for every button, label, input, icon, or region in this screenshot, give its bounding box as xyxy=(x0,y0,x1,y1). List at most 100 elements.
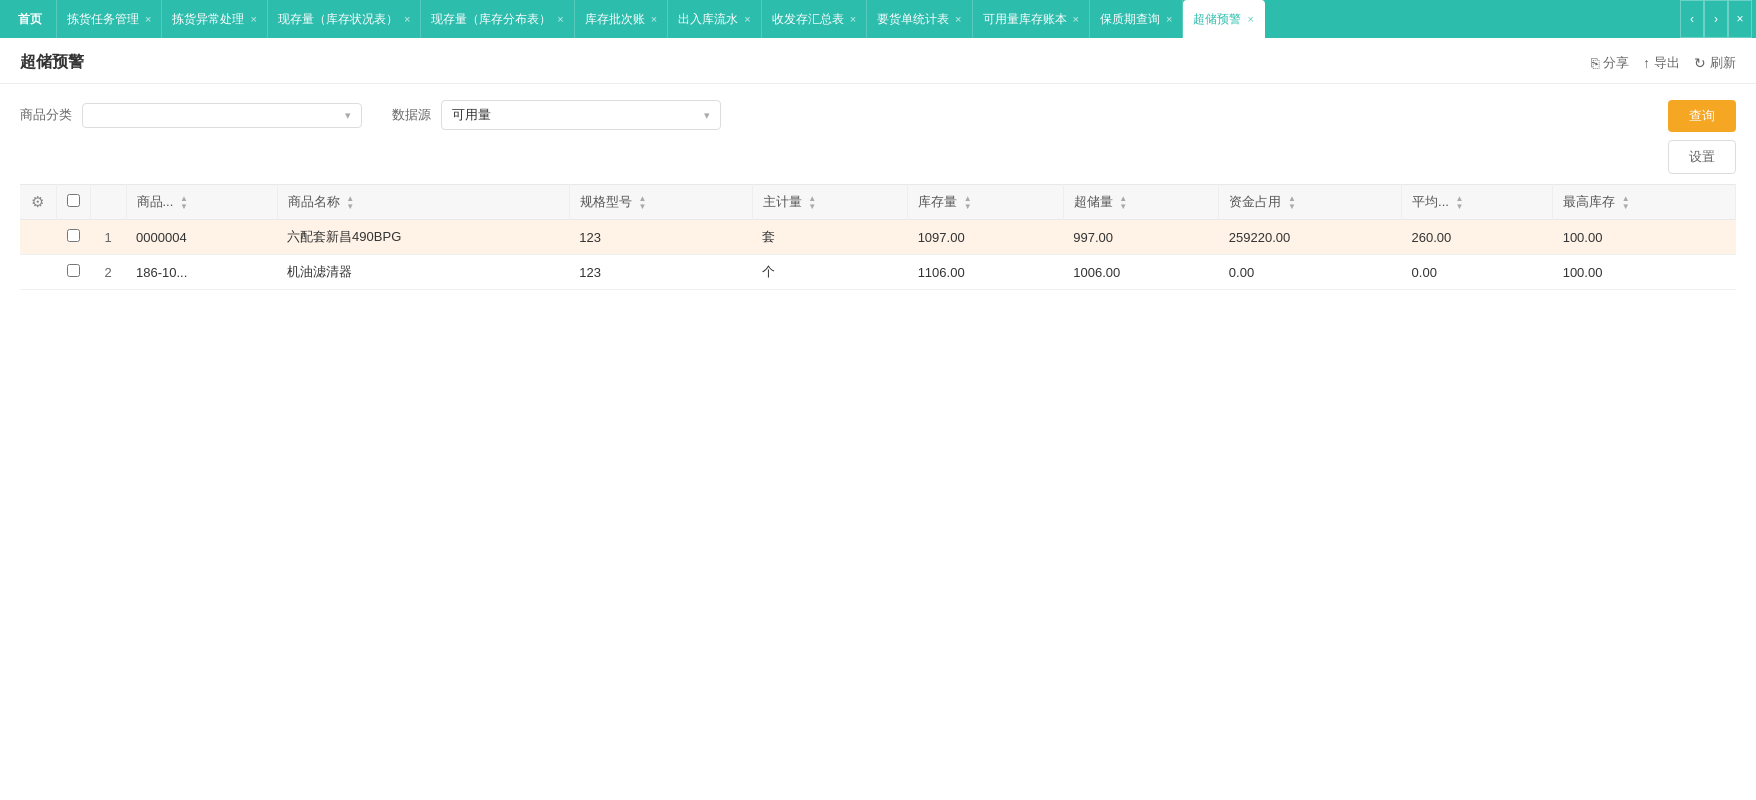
share-icon: ⎘ xyxy=(1591,55,1599,71)
category-select[interactable]: ▾ xyxy=(82,103,362,128)
data-table: ⚙ 商品... ▲▼ 商品名称 ▲▼ 规格型号 xyxy=(20,184,1736,290)
page-wrapper: 超储预警 ⎘ 分享 ↑ 导出 ↻ 刷新 商品分类 ▾ xyxy=(0,38,1756,800)
td-checkbox-0[interactable] xyxy=(56,220,90,255)
th-gear[interactable]: ⚙ xyxy=(20,185,56,220)
th-stock[interactable]: 库存量 ▲▼ xyxy=(908,185,1064,220)
nav-tab-3[interactable]: 现存量（库存状况表） × xyxy=(268,0,421,38)
td-max-stock-0: 100.00 xyxy=(1553,220,1736,255)
row-checkbox-1[interactable] xyxy=(67,264,80,277)
th-spec[interactable]: 规格型号 ▲▼ xyxy=(569,185,752,220)
nav-arrows: ‹ › × xyxy=(1680,0,1752,38)
td-avg-0: 260.00 xyxy=(1402,220,1553,255)
td-capital-0: 259220.00 xyxy=(1219,220,1402,255)
close-tab-8-icon[interactable]: × xyxy=(955,13,961,25)
th-product-code[interactable]: 商品... ▲▼ xyxy=(126,185,277,220)
sort-capital-icon: ▲▼ xyxy=(1288,195,1296,211)
nav-tab-8[interactable]: 要货单统计表 × xyxy=(867,0,972,38)
nav-tab-10[interactable]: 保质期查询 × xyxy=(1090,0,1183,38)
td-unit-0: 套 xyxy=(752,220,908,255)
close-tab-4-icon[interactable]: × xyxy=(557,13,563,25)
sort-product-code-icon: ▲▼ xyxy=(180,195,188,211)
close-tab-7-icon[interactable]: × xyxy=(850,13,856,25)
nav-tab-6[interactable]: 出入库流水 × xyxy=(668,0,761,38)
nav-tab-4[interactable]: 现存量（库存分布表） × xyxy=(421,0,574,38)
nav-tab-11[interactable]: 超储预警 × xyxy=(1183,0,1264,38)
select-all-checkbox[interactable] xyxy=(67,194,80,207)
th-capital[interactable]: 资金占用 ▲▼ xyxy=(1219,185,1402,220)
row-checkbox-0[interactable] xyxy=(67,229,80,242)
settings-button[interactable]: 设置 xyxy=(1668,140,1736,174)
table-wrapper: ⚙ 商品... ▲▼ 商品名称 ▲▼ 规格型号 xyxy=(0,184,1756,290)
td-product-code-1: 186-10... xyxy=(126,255,277,290)
nav-tab-home[interactable]: 首页 xyxy=(4,0,57,38)
filter-buttons: 查询 设置 xyxy=(1668,100,1736,174)
th-product-name[interactable]: 商品名称 ▲▼ xyxy=(277,185,569,220)
nav-tab-2[interactable]: 拣货异常处理 × xyxy=(162,0,267,38)
close-tab-3-icon[interactable]: × xyxy=(404,13,410,25)
nav-tab-9[interactable]: 可用量库存账本 × xyxy=(973,0,1090,38)
datasource-select-value: 可用量 xyxy=(452,106,491,124)
th-avg[interactable]: 平均... ▲▼ xyxy=(1402,185,1553,220)
td-spec-0: 123 xyxy=(569,220,752,255)
sort-max-stock-icon: ▲▼ xyxy=(1622,195,1630,211)
nav-next-button[interactable]: › xyxy=(1704,0,1728,38)
header-actions: ⎘ 分享 ↑ 导出 ↻ 刷新 xyxy=(1591,54,1736,72)
refresh-button[interactable]: ↻ 刷新 xyxy=(1694,54,1736,72)
td-product-name-0: 六配套新昌490BPG xyxy=(277,220,569,255)
th-unit[interactable]: 主计量 ▲▼ xyxy=(752,185,908,220)
td-capital-1: 0.00 xyxy=(1219,255,1402,290)
export-button[interactable]: ↑ 导出 xyxy=(1643,54,1680,72)
th-overstock[interactable]: 超储量 ▲▼ xyxy=(1063,185,1219,220)
td-row-num-0: 1 xyxy=(90,220,126,255)
top-navigation: 首页 拣货任务管理 × 拣货异常处理 × 现存量（库存状况表） × 现存量（库存… xyxy=(0,0,1756,38)
close-tab-5-icon[interactable]: × xyxy=(651,13,657,25)
td-gear-1 xyxy=(20,255,56,290)
close-tab-6-icon[interactable]: × xyxy=(744,13,750,25)
nav-close-button[interactable]: × xyxy=(1728,0,1752,38)
nav-tab-5[interactable]: 库存批次账 × xyxy=(575,0,668,38)
page-header: 超储预警 ⎘ 分享 ↑ 导出 ↻ 刷新 xyxy=(0,38,1756,84)
close-tab-9-icon[interactable]: × xyxy=(1073,13,1079,25)
close-tab-10-icon[interactable]: × xyxy=(1166,13,1172,25)
table-header-row: ⚙ 商品... ▲▼ 商品名称 ▲▼ 规格型号 xyxy=(20,185,1736,220)
export-icon: ↑ xyxy=(1643,55,1650,71)
datasource-filter-item: 数据源 可用量 ▾ xyxy=(392,100,721,130)
td-gear-0 xyxy=(20,220,56,255)
td-avg-1: 0.00 xyxy=(1402,255,1553,290)
td-spec-1: 123 xyxy=(569,255,752,290)
datasource-select[interactable]: 可用量 ▾ xyxy=(441,100,721,130)
td-product-name-1: 机油滤清器 xyxy=(277,255,569,290)
table-body: 1 0000004 六配套新昌490BPG 123 套 1097.00 997.… xyxy=(20,220,1736,290)
category-dropdown-icon: ▾ xyxy=(345,109,351,122)
sort-spec-icon: ▲▼ xyxy=(638,195,646,211)
nav-tab-7[interactable]: 收发存汇总表 × xyxy=(762,0,867,38)
td-max-stock-1: 100.00 xyxy=(1553,255,1736,290)
category-filter-item: 商品分类 ▾ xyxy=(20,103,362,128)
filter-fields: 商品分类 ▾ 数据源 可用量 ▾ xyxy=(20,100,721,130)
datasource-dropdown-icon: ▾ xyxy=(704,109,710,122)
nav-tab-1[interactable]: 拣货任务管理 × xyxy=(57,0,162,38)
td-unit-1: 个 xyxy=(752,255,908,290)
td-overstock-1: 1006.00 xyxy=(1063,255,1219,290)
th-max-stock[interactable]: 最高库存 ▲▼ xyxy=(1553,185,1736,220)
td-stock-1: 1106.00 xyxy=(908,255,1064,290)
table-row[interactable]: 1 0000004 六配套新昌490BPG 123 套 1097.00 997.… xyxy=(20,220,1736,255)
td-product-code-0: 0000004 xyxy=(126,220,277,255)
close-tab-11-icon[interactable]: × xyxy=(1247,13,1253,25)
sort-unit-icon: ▲▼ xyxy=(808,195,816,211)
td-checkbox-1[interactable] xyxy=(56,255,90,290)
share-button[interactable]: ⎘ 分享 xyxy=(1591,54,1629,72)
filter-action-row: 商品分类 ▾ 数据源 可用量 ▾ 查询 设置 xyxy=(0,84,1756,184)
gear-icon[interactable]: ⚙ xyxy=(31,193,44,210)
table-row[interactable]: 2 186-10... 机油滤清器 123 个 1106.00 1006.00 … xyxy=(20,255,1736,290)
close-tab-2-icon[interactable]: × xyxy=(250,13,256,25)
td-overstock-0: 997.00 xyxy=(1063,220,1219,255)
refresh-icon: ↻ xyxy=(1694,55,1706,71)
nav-prev-button[interactable]: ‹ xyxy=(1680,0,1704,38)
sort-avg-icon: ▲▼ xyxy=(1456,195,1464,211)
query-button[interactable]: 查询 xyxy=(1668,100,1736,132)
sort-stock-icon: ▲▼ xyxy=(964,195,972,211)
sort-product-name-icon: ▲▼ xyxy=(346,195,354,211)
close-tab-1-icon[interactable]: × xyxy=(145,13,151,25)
category-filter-label: 商品分类 xyxy=(20,106,72,124)
